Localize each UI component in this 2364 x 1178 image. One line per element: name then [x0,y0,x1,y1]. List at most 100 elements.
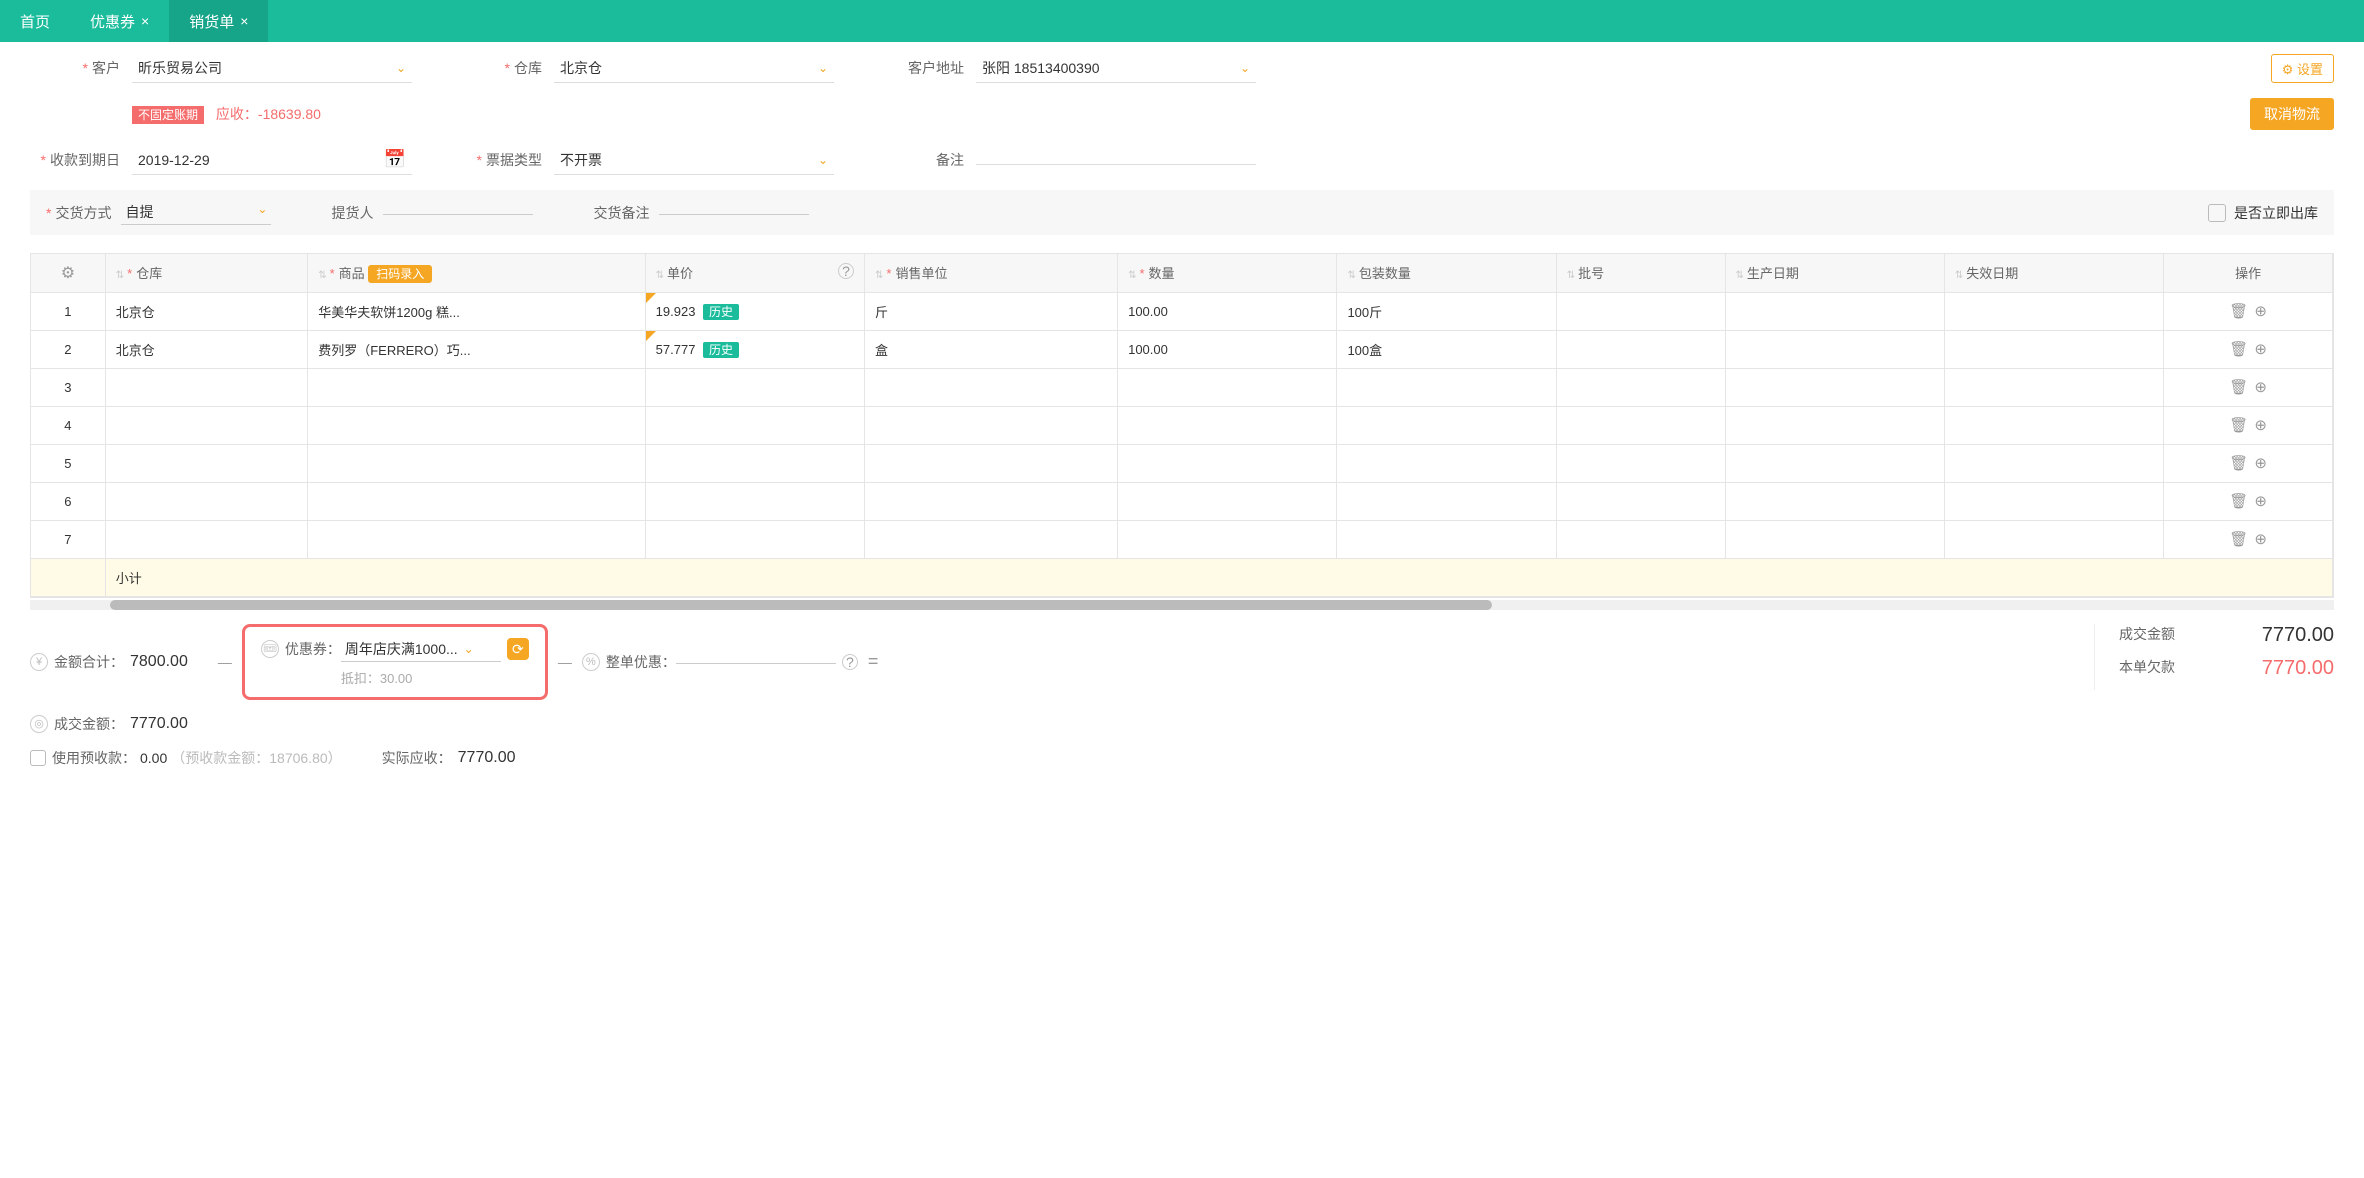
deal-icon: ◎ [30,715,48,733]
coupon-box: 🎟 优惠券： 周年店庆满1000... ⌄ ⟳ 抵扣：30.00 [242,624,548,700]
delete-icon[interactable]: 🗑 [2229,417,2248,434]
cancel-logistics-button[interactable]: 取消物流 [2250,98,2334,130]
add-icon[interactable]: ⊕ [2254,455,2267,472]
sort-icon[interactable]: ⇅ [1347,270,1355,281]
due-date-label: 收款到期日 [50,152,120,168]
top-tabs: 首页 优惠券× 销货单× [0,0,2364,42]
close-icon[interactable]: × [141,13,149,29]
immediate-label: 是否立即出库 [2234,203,2318,223]
coupon-deduct: 抵扣：30.00 [261,668,529,687]
picker-input[interactable] [383,210,533,215]
help-icon[interactable]: ? [842,654,858,670]
sort-icon[interactable]: ⇅ [1567,270,1575,281]
col-unit: 销售单位 [895,266,947,281]
refresh-button[interactable]: ⟳ [507,638,529,660]
chevron-down-icon: ⌄ [818,153,828,167]
chevron-down-icon: ⌄ [396,61,406,75]
sort-icon[interactable]: ⇅ [318,270,326,281]
warehouse-label: 仓库 [514,60,542,76]
delete-icon[interactable]: 🗑 [2229,531,2248,548]
total-value: 7800.00 [130,653,188,671]
scan-input-badge[interactable]: 扫码录入 [368,265,432,283]
deal-value: 7770.00 [130,715,188,733]
gear-icon[interactable]: ⚙ [61,265,75,282]
discount-label: 整单优惠： [606,652,676,672]
table-row[interactable]: 4 🗑⊕ [31,406,2333,444]
sort-icon[interactable]: ⇅ [1736,270,1744,281]
delete-icon[interactable]: 🗑 [2229,379,2248,396]
col-exp-date: 失效日期 [1966,266,2018,281]
horizontal-scrollbar[interactable] [30,600,2334,610]
unfixed-period-badge: 不固定账期 [132,106,204,124]
remark-label: 备注 [936,152,964,168]
settings-button[interactable]: ⚙ 设置 [2271,54,2334,83]
col-price: 单价 [667,266,693,281]
chevron-down-icon: ⌄ [464,642,474,656]
tab-coupon[interactable]: 优惠券× [70,0,169,42]
sort-icon[interactable]: ⇅ [656,270,664,281]
col-warehouse: 仓库 [136,266,162,281]
col-batch: 批号 [1578,266,1604,281]
chevron-down-icon: ⌄ [257,202,267,222]
delete-icon[interactable]: 🗑 [2229,303,2248,320]
delivery-method-select[interactable]: 自提⌄ [121,200,271,225]
tab-home[interactable]: 首页 [0,0,70,42]
immediate-checkbox[interactable] [2208,204,2226,222]
actual-value: 7770.00 [458,749,516,767]
add-icon[interactable]: ⊕ [2254,341,2267,358]
add-icon[interactable]: ⊕ [2254,531,2267,548]
use-advance-checkbox[interactable] [30,750,46,766]
due-date-input[interactable]: 2019-12-29📅 [132,145,412,175]
table-row[interactable]: 5 🗑⊕ [31,444,2333,482]
invoice-type-label: 票据类型 [486,152,542,168]
delete-icon[interactable]: 🗑 [2229,493,2248,510]
history-badge[interactable]: 历史 [703,304,739,320]
sort-icon[interactable]: ⇅ [1128,270,1136,281]
delivery-remark-input[interactable] [659,210,809,215]
total-label: 金额合计： [54,652,124,672]
col-ops: 操作 [2235,266,2261,281]
delivery-method-label: 交货方式 [55,205,111,221]
warehouse-select[interactable]: 北京仓⌄ [554,54,834,83]
advance-balance: （预收款金额：18706.80） [171,748,341,768]
delivery-row: *交货方式 自提⌄ 提货人 交货备注 是否立即出库 [30,190,2334,235]
deal-label: 成交金额： [54,714,124,734]
add-icon[interactable]: ⊕ [2254,379,2267,396]
delete-icon[interactable]: 🗑 [2229,341,2248,358]
chevron-down-icon: ⌄ [1240,61,1250,75]
discount-input[interactable] [676,659,836,664]
history-badge[interactable]: 历史 [703,342,739,358]
summary-deal-label: 成交金额 [2119,624,2175,647]
ticket-icon: 🎟 [261,640,279,658]
table-row[interactable]: 1 北京仓 华美华夫软饼1200g 糕... 19.923 历史 斤 100.0… [31,292,2333,330]
chevron-down-icon: ⌄ [818,61,828,75]
table-row[interactable]: 2 北京仓 费列罗（FERRERO）巧... 57.777 历史 盒 100.0… [31,330,2333,368]
help-icon[interactable]: ? [838,263,854,279]
customer-select[interactable]: 昕乐贸易公司⌄ [132,54,412,83]
invoice-type-select[interactable]: 不开票⌄ [554,146,834,175]
address-select[interactable]: 张阳 18513400390⌄ [976,54,1256,83]
actual-label: 实际应收： [382,748,452,768]
delete-icon[interactable]: 🗑 [2229,455,2248,472]
add-icon[interactable]: ⊕ [2254,303,2267,320]
add-icon[interactable]: ⊕ [2254,417,2267,434]
discount-icon: % [582,653,600,671]
table-row[interactable]: 6 🗑⊕ [31,482,2333,520]
sort-icon[interactable]: ⇅ [1955,270,1963,281]
sort-icon[interactable]: ⇅ [116,270,124,281]
summary-panel: 成交金额 7770.00 本单欠款 7770.00 [2094,624,2334,690]
sort-icon[interactable]: ⇅ [875,270,883,281]
remark-input[interactable] [976,156,1256,165]
customer-label: 客户 [92,60,120,76]
items-table: ⚙ ⇅*仓库 ⇅*商品 扫码录入 ⇅单价? ⇅*销售单位 ⇅*数量 ⇅包装数量 … [30,253,2334,598]
tab-sales[interactable]: 销货单× [169,0,268,42]
col-product: 商品 [339,266,365,281]
summary-deal-value: 7770.00 [2262,624,2334,647]
summary-owe-label: 本单欠款 [2119,657,2175,680]
subtotal-label: 小计 [105,558,2332,596]
table-row[interactable]: 3 🗑⊕ [31,368,2333,406]
coupon-select[interactable]: 周年店庆满1000... ⌄ [341,637,501,662]
add-icon[interactable]: ⊕ [2254,493,2267,510]
close-icon[interactable]: × [240,13,248,29]
table-row[interactable]: 7 🗑⊕ [31,520,2333,558]
